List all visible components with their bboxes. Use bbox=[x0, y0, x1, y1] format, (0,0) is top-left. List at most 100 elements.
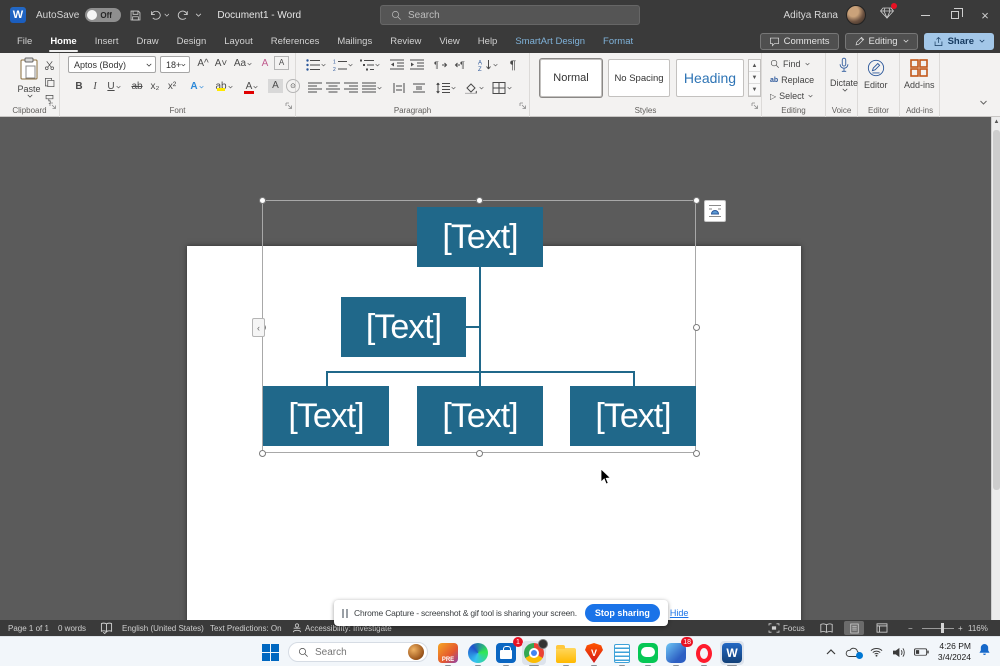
taskbar-app-explorer[interactable] bbox=[554, 641, 578, 666]
line-spacing-button[interactable] bbox=[434, 80, 457, 96]
tab-draw[interactable]: Draw bbox=[127, 30, 167, 53]
grow-font-button[interactable]: A^ bbox=[194, 56, 212, 72]
strikethrough-button[interactable]: ab bbox=[128, 79, 146, 95]
volume-icon[interactable] bbox=[892, 647, 905, 658]
smartart-shape-top[interactable]: [Text] bbox=[417, 207, 543, 267]
undo-button[interactable] bbox=[149, 5, 169, 25]
resize-handle-bottom-middle[interactable] bbox=[475, 449, 483, 457]
taskbar-app-edge[interactable] bbox=[466, 641, 490, 666]
vertical-scrollbar[interactable]: ▲ bbox=[991, 117, 1000, 620]
share-button[interactable]: Share bbox=[923, 32, 994, 50]
tab-mailings[interactable]: Mailings bbox=[328, 30, 381, 53]
language-indicator[interactable]: English (United States) bbox=[122, 620, 204, 636]
taskbar-app-brave[interactable]: V bbox=[582, 641, 606, 666]
resize-handle-middle-right[interactable] bbox=[692, 323, 700, 331]
rtl-text-button[interactable] bbox=[452, 57, 470, 73]
decrease-indent-button[interactable] bbox=[388, 57, 406, 73]
collapse-ribbon-button[interactable] bbox=[979, 92, 988, 110]
taskbar-app-word[interactable]: W bbox=[720, 641, 744, 666]
smartart-shape-bottom-1[interactable]: [Text] bbox=[263, 386, 389, 446]
tab-references[interactable]: References bbox=[262, 30, 329, 53]
change-case-button[interactable]: Aa bbox=[232, 56, 254, 72]
shading-button[interactable] bbox=[462, 80, 485, 96]
text-effects-button[interactable]: A bbox=[186, 79, 208, 95]
style-heading[interactable]: Heading bbox=[676, 59, 744, 97]
resize-handle-top-left[interactable] bbox=[258, 196, 266, 204]
font-family-combo[interactable]: Aptos (Body) bbox=[68, 56, 156, 73]
copy-button[interactable] bbox=[40, 74, 58, 90]
styles-scroll-up-button[interactable]: ▲ bbox=[749, 60, 760, 72]
tab-format[interactable]: Format bbox=[594, 30, 642, 53]
font-color-button[interactable]: A bbox=[240, 79, 264, 95]
paragraph-dialog-launcher[interactable] bbox=[519, 97, 527, 115]
close-button[interactable]: × bbox=[970, 0, 1000, 30]
notification-bell-icon[interactable] bbox=[979, 643, 990, 661]
superscript-button[interactable]: x² bbox=[163, 79, 181, 95]
resize-handle-bottom-left[interactable] bbox=[258, 449, 266, 457]
taskbar-search-input[interactable] bbox=[315, 646, 400, 658]
distribute-rows-button[interactable] bbox=[410, 80, 428, 96]
taskbar-app-notes[interactable] bbox=[610, 641, 634, 666]
print-layout-button[interactable] bbox=[844, 621, 864, 635]
resize-handle-top-right[interactable] bbox=[692, 196, 700, 204]
zoom-slider-track[interactable] bbox=[922, 627, 954, 629]
text-predictions-indicator[interactable]: Text Predictions: On bbox=[210, 620, 282, 636]
proofing-status-icon[interactable] bbox=[100, 620, 113, 636]
web-layout-button[interactable] bbox=[872, 621, 892, 635]
replace-button[interactable]: ab Replace bbox=[770, 75, 814, 85]
font-size-combo[interactable]: 18+ bbox=[160, 56, 190, 73]
styles-dialog-launcher[interactable] bbox=[751, 97, 759, 115]
resize-handle-bottom-right[interactable] bbox=[692, 449, 700, 457]
multilevel-list-button[interactable] bbox=[358, 57, 381, 73]
shrink-font-button[interactable]: A˅ bbox=[212, 56, 230, 72]
user-avatar[interactable] bbox=[846, 5, 866, 25]
smartart-shape-bottom-3[interactable]: [Text] bbox=[570, 386, 696, 446]
clipboard-dialog-launcher[interactable] bbox=[49, 97, 57, 115]
tab-layout[interactable]: Layout bbox=[215, 30, 262, 53]
subscript-button[interactable]: x₂ bbox=[146, 79, 164, 95]
addins-button[interactable]: Add-ins bbox=[904, 59, 935, 90]
quick-access-customize-button[interactable] bbox=[193, 13, 203, 17]
borders-button[interactable] bbox=[490, 80, 513, 96]
numbering-button[interactable] bbox=[331, 57, 354, 73]
dictate-button[interactable]: Dictate bbox=[830, 57, 858, 92]
taskbar-app-store[interactable]: 1 bbox=[494, 637, 523, 666]
sort-button[interactable] bbox=[476, 57, 499, 73]
align-right-button[interactable] bbox=[342, 80, 360, 96]
tab-home[interactable]: Home bbox=[41, 30, 85, 53]
ltr-text-button[interactable] bbox=[432, 57, 450, 73]
zoom-in-button[interactable]: + bbox=[958, 620, 963, 636]
redo-button[interactable] bbox=[173, 5, 193, 25]
zoom-level[interactable]: 116% bbox=[968, 620, 988, 636]
taskbar-app-opera[interactable] bbox=[692, 641, 716, 666]
show-formatting-button[interactable]: ¶ bbox=[504, 57, 522, 73]
layout-options-button[interactable] bbox=[704, 200, 726, 222]
taskbar-clock[interactable]: 4:26 PM 3/4/2024 bbox=[938, 641, 971, 662]
align-left-button[interactable] bbox=[306, 80, 324, 96]
taskbar-search-box[interactable] bbox=[288, 642, 428, 662]
word-app-icon[interactable]: W bbox=[10, 7, 26, 23]
hide-banner-link[interactable]: Hide bbox=[670, 608, 689, 618]
find-button[interactable]: Find bbox=[770, 59, 810, 69]
taskbar-app-chat[interactable]: 18 bbox=[664, 637, 693, 666]
styles-scroll-down-button[interactable]: ▼ bbox=[749, 72, 760, 84]
smartart-text-pane-toggle[interactable]: ‹ bbox=[252, 318, 265, 337]
cut-button[interactable] bbox=[40, 57, 58, 73]
word-count[interactable]: 0 words bbox=[58, 620, 86, 636]
bullets-button[interactable] bbox=[304, 57, 327, 73]
autosave-toggle[interactable]: Off bbox=[85, 8, 122, 22]
resize-handle-top-middle[interactable] bbox=[475, 196, 483, 204]
tab-insert[interactable]: Insert bbox=[86, 30, 128, 53]
title-search-input[interactable] bbox=[408, 9, 588, 21]
onedrive-cloud-icon[interactable] bbox=[845, 647, 863, 659]
smartart-shape-assistant[interactable]: [Text] bbox=[341, 297, 466, 357]
character-shading-button[interactable]: A bbox=[268, 79, 283, 93]
focus-mode-button[interactable]: Focus bbox=[768, 620, 805, 636]
stop-sharing-button[interactable]: Stop sharing bbox=[584, 604, 660, 622]
style-normal[interactable]: Normal bbox=[540, 59, 602, 97]
style-no-spacing[interactable]: No Spacing bbox=[608, 59, 670, 97]
zoom-slider-thumb[interactable] bbox=[941, 623, 944, 633]
scroll-up-arrow[interactable]: ▲ bbox=[993, 119, 1000, 125]
smartart-shape-bottom-2[interactable]: [Text] bbox=[417, 386, 543, 446]
increase-indent-button[interactable] bbox=[408, 57, 426, 73]
